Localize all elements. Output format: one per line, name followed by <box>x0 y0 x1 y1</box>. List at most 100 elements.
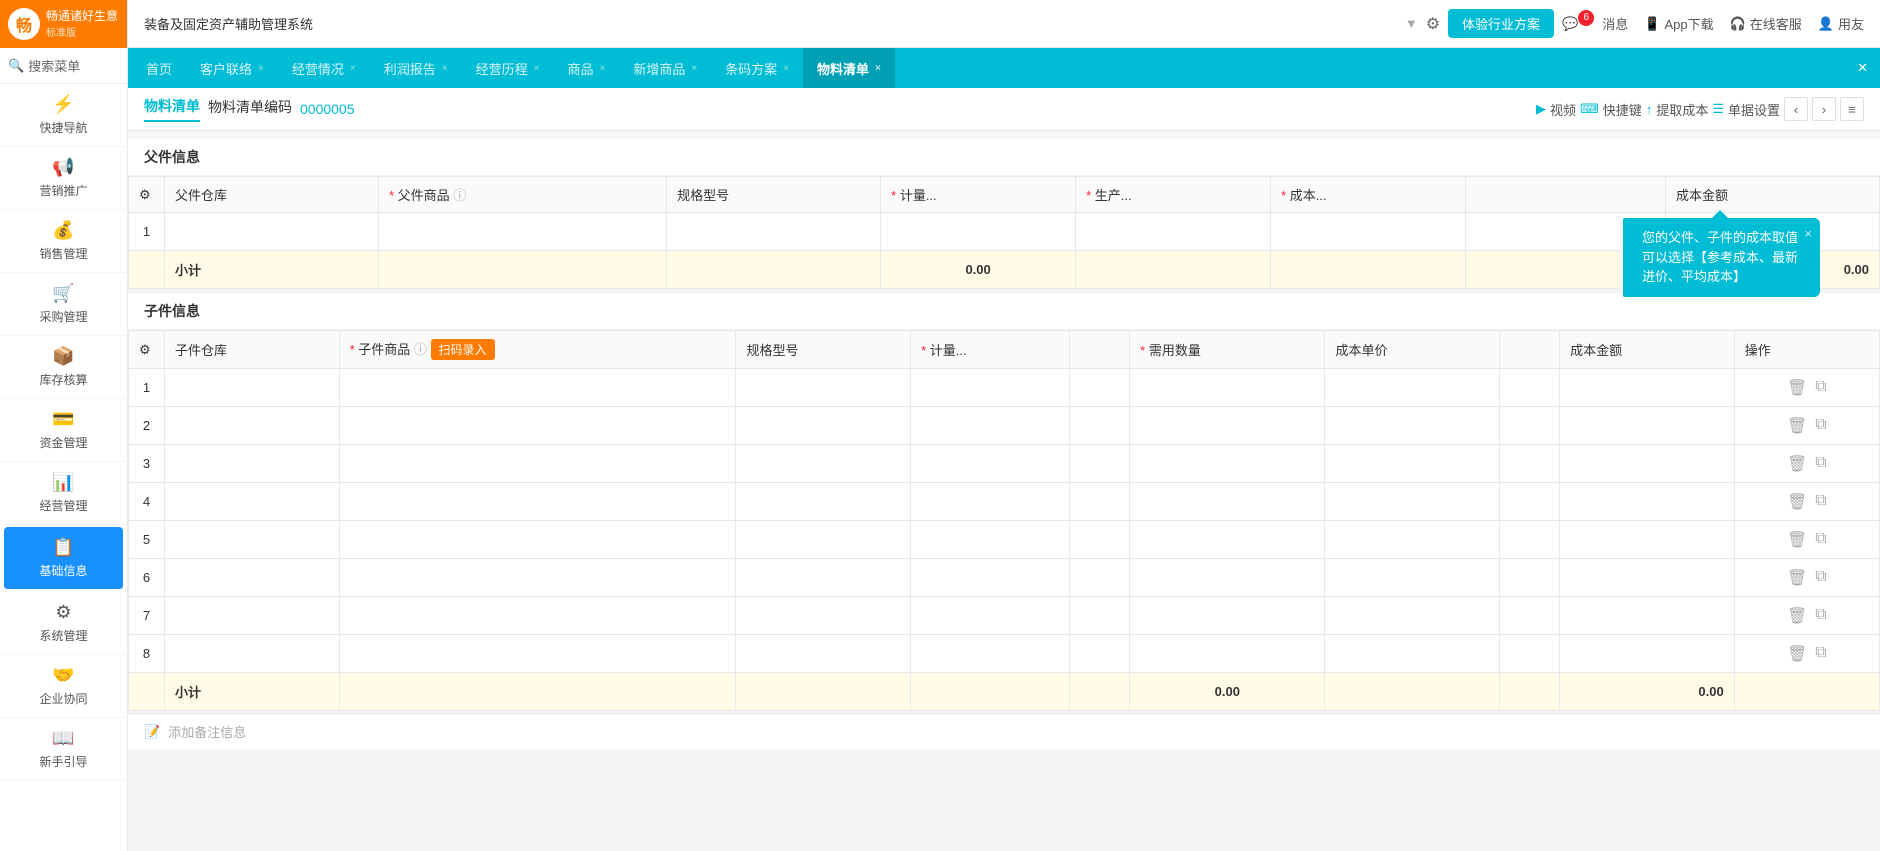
child-cell-qty-4[interactable] <box>1130 483 1325 521</box>
child-cell-unit-cost-1[interactable] <box>1325 369 1500 407</box>
child-cell-warehouse-3[interactable] <box>165 445 340 483</box>
child-cell-warehouse-2[interactable] <box>165 407 340 445</box>
child-cell-unit-cost-6[interactable] <box>1325 559 1500 597</box>
child-cell-unit-1[interactable] <box>911 369 1070 407</box>
message-item[interactable]: 💬 6 消息 <box>1562 14 1628 33</box>
parent-cell-production-1[interactable] <box>1076 213 1271 251</box>
child-cell-spec-6[interactable] <box>736 559 911 597</box>
child-cell-spec-3[interactable] <box>736 445 911 483</box>
delete-icon-1[interactable]: 🗑 <box>1787 378 1807 398</box>
tab-customer[interactable]: 客户联络× <box>186 48 278 88</box>
child-cell-unit-cost-8[interactable] <box>1325 635 1500 673</box>
child-cell-spec-2[interactable] <box>736 407 911 445</box>
sidebar-item-sales[interactable]: 💰 销售管理 <box>0 210 127 273</box>
child-cell-unit-cost-7[interactable] <box>1325 597 1500 635</box>
menu-btn[interactable]: ≡ <box>1840 97 1864 121</box>
page-tab-bom[interactable]: 物料清单 <box>144 96 200 122</box>
child-cell-warehouse-7[interactable] <box>165 597 340 635</box>
delete-icon-6[interactable]: 🗑 <box>1787 568 1807 588</box>
tab-barcode[interactable]: 条码方案× <box>711 48 803 88</box>
copy-icon-7[interactable]: ⧉ <box>1815 606 1826 626</box>
copy-icon-5[interactable]: ⧉ <box>1815 530 1826 550</box>
child-cell-qty-7[interactable] <box>1130 597 1325 635</box>
trial-btn[interactable]: 体验行业方案 <box>1448 9 1554 38</box>
child-cell-qty-3[interactable] <box>1130 445 1325 483</box>
child-cell-product-1[interactable] <box>339 369 736 407</box>
child-cell-spec-8[interactable] <box>736 635 911 673</box>
tab-profit[interactable]: 利润报告× <box>370 48 462 88</box>
tab-close-customer[interactable]: × <box>258 63 264 74</box>
child-cell-unit-3[interactable] <box>911 445 1070 483</box>
child-cell-warehouse-5[interactable] <box>165 521 340 559</box>
child-cell-unit-8[interactable] <box>911 635 1070 673</box>
parent-cell-product-1[interactable] <box>379 213 667 251</box>
parent-th-settings[interactable]: ⚙ <box>129 177 165 213</box>
delete-icon-2[interactable]: 🗑 <box>1787 416 1807 436</box>
copy-icon-2[interactable]: ⧉ <box>1815 416 1826 436</box>
toolbar-extract-cost[interactable]: ↑ 提取成本 <box>1646 100 1709 119</box>
close-all-tabs[interactable]: ✕ <box>1849 60 1876 76</box>
tab-operations[interactable]: 经营情况× <box>278 48 370 88</box>
prev-page-btn[interactable]: ‹ <box>1784 97 1808 121</box>
parent-cell-unit-1[interactable] <box>881 213 1076 251</box>
child-cell-product-4[interactable] <box>339 483 736 521</box>
child-cell-spec-4[interactable] <box>736 483 911 521</box>
child-cell-unit-5[interactable] <box>911 521 1070 559</box>
child-cell-unit-4[interactable] <box>911 483 1070 521</box>
sidebar-item-inventory[interactable]: 📦 库存核算 <box>0 336 127 399</box>
copy-icon-1[interactable]: ⧉ <box>1815 378 1826 398</box>
parent-cell-warehouse-1[interactable] <box>165 213 379 251</box>
tab-close-new-product[interactable]: × <box>691 63 697 74</box>
page-tab-bom-code[interactable]: 物料清单编码 <box>208 97 292 121</box>
sidebar-item-cooperation[interactable]: 🤝 企业协同 <box>0 655 127 718</box>
child-cell-unit-2[interactable] <box>911 407 1070 445</box>
child-th-settings[interactable]: ⚙ <box>129 331 165 369</box>
parent-cell-cost-1[interactable] <box>1271 213 1466 251</box>
tab-close-profit[interactable]: × <box>442 63 448 74</box>
user-item[interactable]: 👤 用友 <box>1818 14 1864 33</box>
child-cell-unit-cost-3[interactable] <box>1325 445 1500 483</box>
online-service-item[interactable]: 🎧 在线客服 <box>1730 14 1802 33</box>
delete-icon-3[interactable]: 🗑 <box>1787 454 1807 474</box>
delete-icon-8[interactable]: 🗑 <box>1787 644 1807 664</box>
sidebar-item-system[interactable]: ⚙ 系统管理 <box>0 592 127 655</box>
child-cell-unit-cost-4[interactable] <box>1325 483 1500 521</box>
delete-icon-4[interactable]: 🗑 <box>1787 492 1807 512</box>
child-cell-warehouse-4[interactable] <box>165 483 340 521</box>
sidebar-item-marketing[interactable]: 📢 营销推广 <box>0 147 127 210</box>
parent-cell-spec-1[interactable] <box>667 213 881 251</box>
tab-close-product[interactable]: × <box>599 63 605 74</box>
sidebar-item-basic-info[interactable]: 📋 基础信息 <box>4 527 123 590</box>
tooltip-close-btn[interactable]: × <box>1804 224 1812 244</box>
child-cell-product-7[interactable] <box>339 597 736 635</box>
sidebar-item-shortcut[interactable]: ⚡ 快捷导航 <box>0 84 127 147</box>
expand-icon[interactable]: ▼ <box>1405 16 1418 31</box>
child-cell-product-8[interactable] <box>339 635 736 673</box>
copy-icon-4[interactable]: ⧉ <box>1815 492 1826 512</box>
tab-close-bom[interactable]: × <box>875 63 881 74</box>
tab-close-operations[interactable]: × <box>350 63 356 74</box>
child-cell-qty-2[interactable] <box>1130 407 1325 445</box>
child-cell-unit-6[interactable] <box>911 559 1070 597</box>
child-cell-product-5[interactable] <box>339 521 736 559</box>
copy-icon-6[interactable]: ⧉ <box>1815 568 1826 588</box>
child-cell-product-3[interactable] <box>339 445 736 483</box>
child-cell-qty-5[interactable] <box>1130 521 1325 559</box>
child-cell-qty-1[interactable] <box>1130 369 1325 407</box>
tab-home[interactable]: 首页 <box>132 48 186 88</box>
child-cell-product-2[interactable] <box>339 407 736 445</box>
copy-icon-8[interactable]: ⧉ <box>1815 644 1826 664</box>
delete-icon-7[interactable]: 🗑 <box>1787 606 1807 626</box>
delete-icon-5[interactable]: 🗑 <box>1787 530 1807 550</box>
child-cell-warehouse-8[interactable] <box>165 635 340 673</box>
sidebar-item-purchase[interactable]: 🛒 采购管理 <box>0 273 127 336</box>
child-cell-product-6[interactable] <box>339 559 736 597</box>
copy-icon-3[interactable]: ⧉ <box>1815 454 1826 474</box>
tab-close-barcode[interactable]: × <box>783 63 789 74</box>
child-cell-warehouse-1[interactable] <box>165 369 340 407</box>
sidebar-item-operations[interactable]: 📊 经营管理 <box>0 462 127 525</box>
next-page-btn[interactable]: › <box>1812 97 1836 121</box>
child-cell-spec-7[interactable] <box>736 597 911 635</box>
child-cell-unit-cost-5[interactable] <box>1325 521 1500 559</box>
child-cell-warehouse-6[interactable] <box>165 559 340 597</box>
